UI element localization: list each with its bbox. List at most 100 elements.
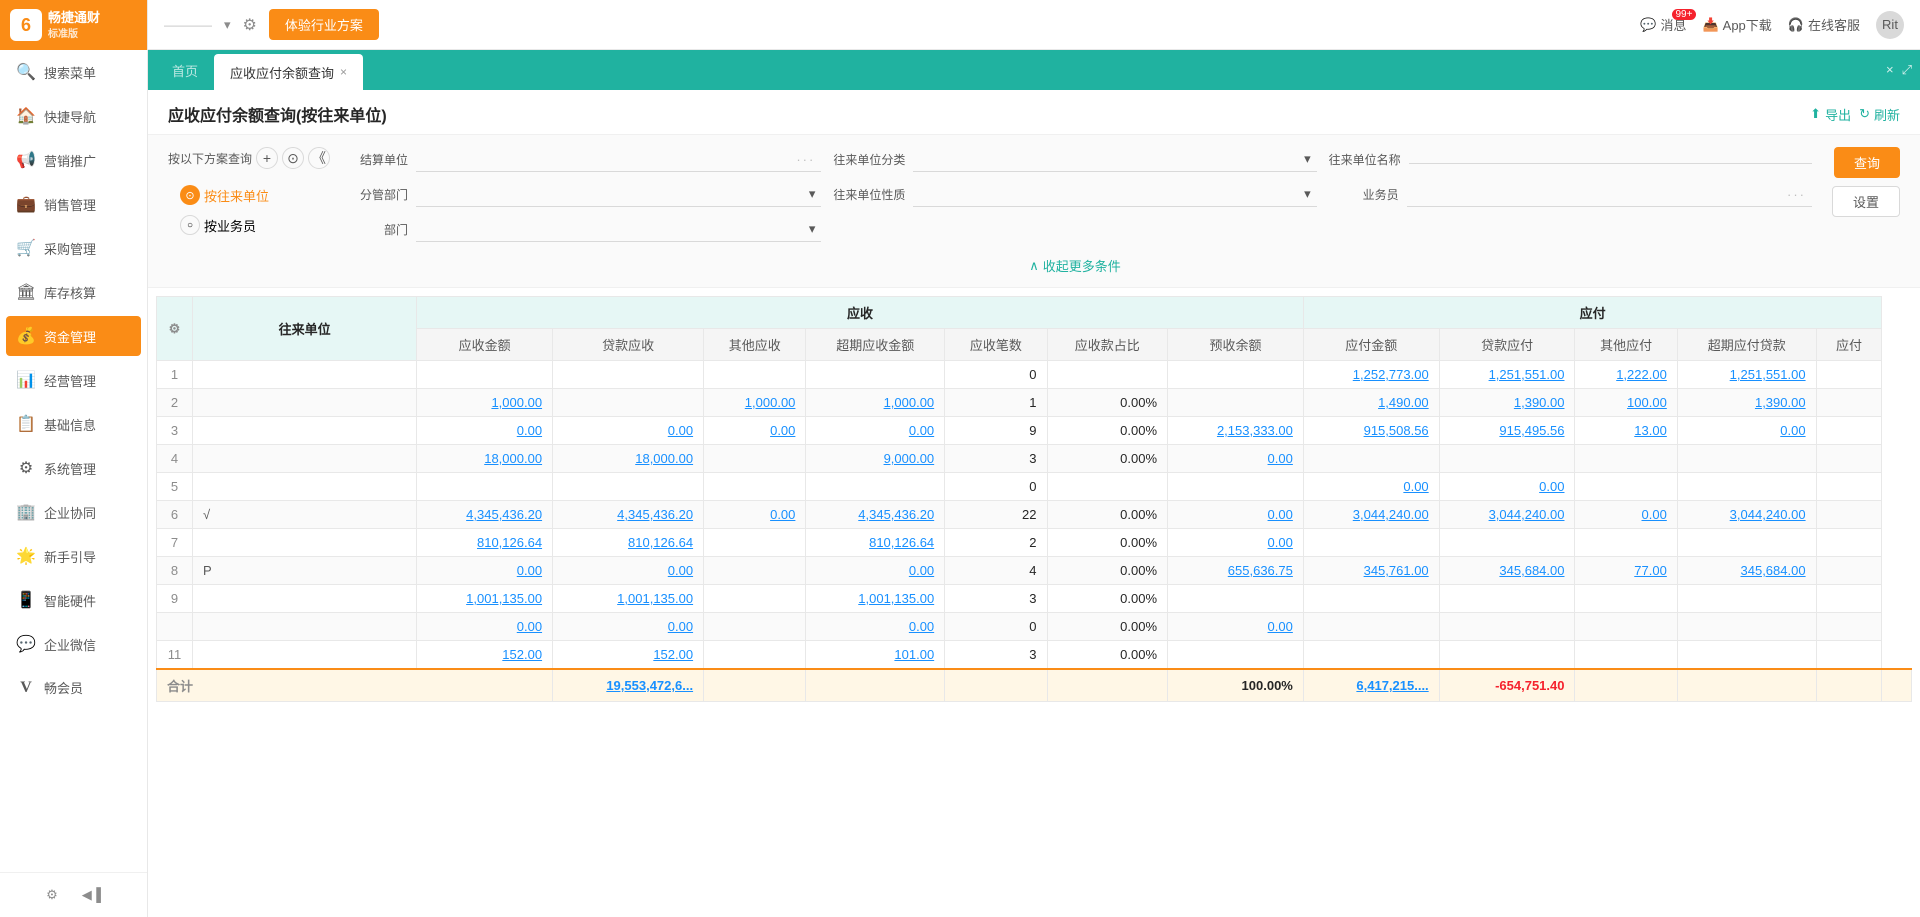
cell-ap_overdue_loan[interactable]: 0.00 — [1677, 417, 1816, 445]
sidebar-settings-btn[interactable]: ⚙ — [36, 881, 68, 909]
cell-ar_prepaid[interactable]: 655,636.75 — [1168, 557, 1304, 585]
cell-ar_overdue[interactable]: 0.00 — [806, 613, 945, 641]
sidebar-item-operation[interactable]: 📊 经营管理 — [0, 358, 147, 402]
partner-category-input[interactable]: ▾ — [913, 147, 1316, 172]
topbar-chevron-icon[interactable]: ▾ — [224, 17, 231, 33]
sidebar-item-purchase[interactable]: 🛒 采购管理 — [0, 226, 147, 270]
cell-ar_amount[interactable]: 0.00 — [417, 613, 553, 641]
cell-ar_overdue[interactable]: 4,345,436.20 — [806, 501, 945, 529]
cell-ap_other[interactable]: 0.00 — [1575, 501, 1677, 529]
filter-by-salesman[interactable]: ○ 按业务员 — [172, 211, 330, 239]
solution-button[interactable]: 体验行业方案 — [269, 9, 379, 40]
cell-ar_amount[interactable]: 0.00 — [417, 557, 553, 585]
topbar-gear-icon[interactable]: ⚙ — [243, 15, 257, 35]
cell-ar_amount[interactable]: 1,000.00 — [417, 389, 553, 417]
cell-ap_other[interactable]: 100.00 — [1575, 389, 1677, 417]
query-button[interactable]: 查询 — [1834, 147, 1900, 178]
cell-ar_loan[interactable]: 4,345,436.20 — [553, 501, 704, 529]
sidebar-item-basic[interactable]: 📋 基础信息 — [0, 402, 147, 446]
filter-options-btn1[interactable]: ⊙ — [282, 147, 304, 169]
sidebar-item-system[interactable]: ⚙ 系统管理 — [0, 446, 147, 490]
cell-ap_amount[interactable]: 1,252,773.00 — [1303, 361, 1439, 389]
export-button[interactable]: ⬆ 导出 — [1810, 105, 1851, 124]
cell-ap_overdue_loan[interactable]: 3,044,240.00 — [1677, 501, 1816, 529]
dept-input[interactable]: ▾ — [416, 217, 821, 242]
cell-ar_amount[interactable]: 810,126.64 — [417, 529, 553, 557]
cell-ap_loan[interactable]: 1,390.00 — [1439, 389, 1575, 417]
sidebar-collapse-btn[interactable]: ◀▐ — [72, 881, 111, 909]
cell-ar_overdue[interactable]: 1,000.00 — [806, 389, 945, 417]
sidebar-item-wechat[interactable]: 💬 企业微信 — [0, 622, 147, 666]
settlement-unit-input[interactable]: ··· — [416, 148, 821, 172]
total-ar_amount[interactable]: 19,553,472,6... — [553, 669, 704, 702]
cell-ar_prepaid[interactable]: 0.00 — [1168, 445, 1304, 473]
cell-ar_loan[interactable]: 1,001,135.00 — [553, 585, 704, 613]
cell-ap_overdue_loan[interactable]: 345,684.00 — [1677, 557, 1816, 585]
salesman-input[interactable]: ··· — [1407, 183, 1812, 207]
cell-ar_loan[interactable]: 0.00 — [553, 417, 704, 445]
cell-ap_amount[interactable]: 0.00 — [1303, 473, 1439, 501]
sidebar-item-sales[interactable]: 💼 销售管理 — [0, 182, 147, 226]
cell-ar_loan[interactable]: 18,000.00 — [553, 445, 704, 473]
sidebar-item-marketing[interactable]: 📢 营销推广 — [0, 138, 147, 182]
cell-ar_prepaid[interactable]: 2,153,333.00 — [1168, 417, 1304, 445]
cell-ar_loan[interactable]: 810,126.64 — [553, 529, 704, 557]
cell-ar_overdue[interactable]: 1,001,135.00 — [806, 585, 945, 613]
cell-ar_overdue[interactable]: 810,126.64 — [806, 529, 945, 557]
tab-close-icon[interactable]: × — [340, 65, 347, 79]
sidebar-item-member[interactable]: V 畅会员 — [0, 666, 147, 709]
cell-ar_overdue[interactable]: 9,000.00 — [806, 445, 945, 473]
sidebar-item-search-menu[interactable]: 🔍 搜索菜单 — [0, 50, 147, 94]
filter-add-button[interactable]: + — [256, 147, 278, 169]
cell-ar_amount[interactable]: 0.00 — [417, 417, 553, 445]
app-download-action[interactable]: 📥 App下载 — [1702, 15, 1771, 34]
sidebar-item-fund[interactable]: 💰 资金管理 — [6, 316, 141, 356]
cell-ap_loan[interactable]: 915,495.56 — [1439, 417, 1575, 445]
sidebar-item-inventory[interactable]: 🏛 库存核算 — [0, 270, 147, 314]
cell-ar_prepaid[interactable]: 0.00 — [1168, 613, 1304, 641]
filter-collapse-btn[interactable]: 《 — [308, 147, 330, 169]
cell-ap_other[interactable]: 13.00 — [1575, 417, 1677, 445]
refresh-button[interactable]: ↻ 刷新 — [1859, 105, 1900, 124]
user-avatar[interactable]: Rit — [1876, 11, 1904, 39]
filter-by-company[interactable]: ⊙ 按往来单位 — [172, 181, 330, 209]
set-button[interactable]: 设置 — [1832, 186, 1900, 217]
cell-ap_amount[interactable]: 345,761.00 — [1303, 557, 1439, 585]
cell-ap_loan[interactable]: 0.00 — [1439, 473, 1575, 501]
cell-ar_loan[interactable]: 0.00 — [553, 557, 704, 585]
sidebar-item-guide[interactable]: 🌟 新手引导 — [0, 534, 147, 578]
cell-ap_loan[interactable]: 1,251,551.00 — [1439, 361, 1575, 389]
cell-ar_overdue[interactable]: 0.00 — [806, 417, 945, 445]
cell-ar_amount[interactable]: 4,345,436.20 — [417, 501, 553, 529]
cell-ar_overdue[interactable]: 101.00 — [806, 641, 945, 670]
cell-ap_amount[interactable]: 915,508.56 — [1303, 417, 1439, 445]
tab-ar-ap[interactable]: 应收应付余额查询 × — [214, 54, 363, 90]
cell-ap_other[interactable]: 77.00 — [1575, 557, 1677, 585]
collapse-more-btn[interactable]: ∧ 收起更多条件 — [1029, 256, 1121, 275]
cell-ar_overdue[interactable]: 0.00 — [806, 557, 945, 585]
cell-ap_loan[interactable]: 345,684.00 — [1439, 557, 1575, 585]
cell-ar_amount[interactable]: 18,000.00 — [417, 445, 553, 473]
cell-ar_loan[interactable]: 152.00 — [553, 641, 704, 670]
cell-ar_loan[interactable]: 0.00 — [553, 613, 704, 641]
cell-ap_amount[interactable]: 3,044,240.00 — [1303, 501, 1439, 529]
cell-ar_prepaid[interactable]: 0.00 — [1168, 529, 1304, 557]
cell-ap_loan[interactable]: 3,044,240.00 — [1439, 501, 1575, 529]
online-service-action[interactable]: 🎧 在线客服 — [1788, 15, 1860, 34]
total-ap_amount[interactable]: -654,751.40 — [1439, 669, 1575, 702]
partner-name-input[interactable] — [1409, 155, 1812, 164]
tab-fullscreen-icon[interactable]: ⤢ — [1902, 62, 1912, 78]
sidebar-item-enterprise[interactable]: 🏢 企业协同 — [0, 490, 147, 534]
tab-close-all-icon[interactable]: × — [1886, 62, 1894, 78]
cell-ap_amount[interactable]: 1,490.00 — [1303, 389, 1439, 417]
cell-ar_other[interactable]: 1,000.00 — [704, 389, 806, 417]
tab-home[interactable]: 首页 — [156, 50, 214, 90]
cell-ap_overdue_loan[interactable]: 1,251,551.00 — [1677, 361, 1816, 389]
cell-ar_other[interactable]: 0.00 — [704, 417, 806, 445]
cell-ar_prepaid[interactable]: 0.00 — [1168, 501, 1304, 529]
supervisor-dept-input[interactable]: ▾ — [416, 182, 821, 207]
settings-icon[interactable]: ⚙ — [167, 321, 182, 337]
cell-ar_other[interactable]: 0.00 — [704, 501, 806, 529]
cell-ap_overdue_loan[interactable]: 1,390.00 — [1677, 389, 1816, 417]
total-ar_prepaid[interactable]: 6,417,215.... — [1303, 669, 1439, 702]
